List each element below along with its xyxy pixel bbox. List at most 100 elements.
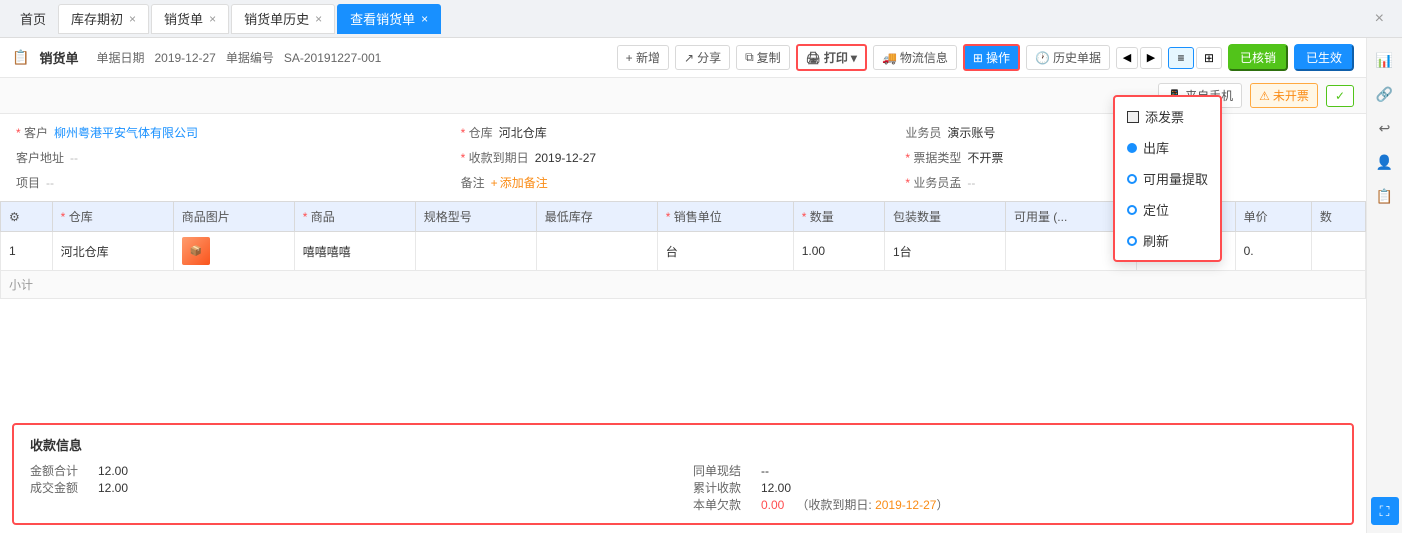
sidebar-chart-icon[interactable]: 📊 xyxy=(1371,46,1399,74)
share-button[interactable]: ↗ 分享 xyxy=(675,45,730,70)
tab-label: 库存期初 xyxy=(71,9,123,28)
cumulative-row: 累计收款 12.00 xyxy=(693,479,1336,496)
row-unit-price: 0. xyxy=(1235,232,1311,271)
menu-outbound[interactable]: 出库 xyxy=(1115,132,1220,163)
row-product: 嘻嘻嘻嘻 xyxy=(294,232,415,271)
row-more xyxy=(1311,232,1365,271)
warehouse-label: 仓库 xyxy=(461,124,493,141)
sidebar-link-icon[interactable]: 🔗 xyxy=(1371,80,1399,108)
doc-date-value: 2019-12-27 xyxy=(154,51,215,65)
print-button[interactable]: 🖨 打印 ▾ xyxy=(796,44,867,71)
grid-icon: ⊞ xyxy=(973,51,983,65)
list-view-button[interactable]: ≡ xyxy=(1168,47,1194,69)
salesperson-value: -- xyxy=(967,176,975,190)
address-value: -- xyxy=(70,151,78,165)
col-spec: 规格型号 xyxy=(415,202,536,232)
menu-locate[interactable]: 定位 xyxy=(1115,194,1220,225)
col-image: 商品图片 xyxy=(173,202,294,232)
tab-close-sales[interactable]: × xyxy=(209,12,216,26)
payment-date-field: 收款到期日 2019-12-27 xyxy=(461,149,906,166)
history-icon: 🕐 xyxy=(1035,51,1050,65)
sidebar-user-icon[interactable]: 👤 xyxy=(1371,148,1399,176)
add-note-button[interactable]: 添加备注 xyxy=(491,174,548,191)
sidebar-expand-icon[interactable]: ⛶ xyxy=(1371,497,1399,525)
dropdown-arrow-icon: ▾ xyxy=(851,51,857,65)
staff-value: 演示账号 xyxy=(947,124,995,141)
tab-sales[interactable]: 销货单 × xyxy=(151,4,229,34)
col-min-stock: 最低库存 xyxy=(536,202,657,232)
logistics-button[interactable]: 🚚 物流信息 xyxy=(873,45,957,70)
col-pack-qty: 包装数量 xyxy=(884,202,1005,232)
staff-label: 业务员 xyxy=(905,124,941,141)
print-icon: 🖨 xyxy=(806,51,821,65)
address-label: 客户地址 xyxy=(16,149,64,166)
history-button[interactable]: 🕐 历史单据 xyxy=(1026,45,1110,70)
doc-icon: 📋 xyxy=(12,49,29,66)
tab-label: 查看销货单 xyxy=(350,9,415,28)
operation-dropdown: 添发票 出库 可用量提取 定位 刷新 xyxy=(1113,95,1222,262)
prev-button[interactable]: ◀ xyxy=(1116,47,1138,69)
doc-date-label: 单据日期 xyxy=(96,49,144,66)
right-sidebar: 📊 🔗 ↩ 👤 📋 ⛶ xyxy=(1366,38,1402,533)
customer-value[interactable]: 柳州粤港平安气体有限公司 xyxy=(54,124,198,141)
payment-date-value: 2019-12-27 xyxy=(535,151,596,165)
current-owe-label: 本单欠款 xyxy=(693,496,753,513)
transaction-label: 成交金额 xyxy=(30,479,90,496)
current-owe-value: 0.00 xyxy=(761,498,784,512)
col-qty: 数量 xyxy=(793,202,884,232)
menu-available-qty[interactable]: 可用量提取 xyxy=(1115,163,1220,194)
transaction-value: 12.00 xyxy=(98,481,128,495)
due-date-info: （收款到期日: 2019-12-27） xyxy=(796,496,948,513)
tab-close-history[interactable]: × xyxy=(315,12,322,26)
menu-add-invoice[interactable]: 添发票 xyxy=(1115,101,1220,132)
cumulative-label: 累计收款 xyxy=(693,479,753,496)
note-field: 备注 添加备注 xyxy=(461,174,906,191)
tab-home[interactable]: 首页 xyxy=(10,9,56,28)
payment-section: 收款信息 金额合计 12.00 成交金额 12.00 同单现结 -- xyxy=(12,423,1354,525)
check-button[interactable]: ✓ xyxy=(1326,85,1354,107)
tab-inventory[interactable]: 库存期初 × xyxy=(58,4,149,34)
tab-close-view-sales[interactable]: × xyxy=(421,12,428,26)
row-pack-qty: 1台 xyxy=(884,232,1005,271)
product-image: 📦 xyxy=(182,237,210,265)
row-image: 📦 xyxy=(173,232,294,271)
tab-sales-history[interactable]: 销货单历史 × xyxy=(231,4,335,34)
doc-number-value: SA-20191227-001 xyxy=(284,51,381,65)
row-warehouse: 河北仓库 xyxy=(52,232,173,271)
tab-view-sales[interactable]: 查看销货单 × xyxy=(337,4,441,34)
same-order-value: -- xyxy=(761,464,769,478)
tab-label: 销货单历史 xyxy=(244,9,309,28)
operation-button[interactable]: ⊞ 操作 xyxy=(963,44,1020,71)
col-settings[interactable]: ⚙ xyxy=(1,202,53,232)
add-button[interactable]: + 新增 xyxy=(617,45,669,70)
window-close-icon[interactable]: × xyxy=(1367,6,1392,32)
total-row: 金额合计 12.00 xyxy=(30,462,673,479)
not-open-button[interactable]: ⚠ 未开票 xyxy=(1250,83,1318,108)
copy-button[interactable]: ⧉ 复制 xyxy=(736,45,790,70)
project-label: 项目 xyxy=(16,174,40,191)
address-field: 客户地址 -- xyxy=(16,149,461,166)
next-button[interactable]: ▶ xyxy=(1140,47,1162,69)
col-unit-price: 单价 xyxy=(1235,202,1311,232)
sidebar-doc-icon[interactable]: 📋 xyxy=(1371,182,1399,210)
note-label: 备注 xyxy=(461,174,485,191)
dot-outline-icon xyxy=(1127,236,1137,246)
truck-icon: 🚚 xyxy=(882,51,897,65)
payment-title: 收款信息 xyxy=(30,435,1336,454)
tab-close-inventory[interactable]: × xyxy=(129,12,136,26)
row-min-stock xyxy=(536,232,657,271)
grid-view-button[interactable]: ⊞ xyxy=(1196,47,1222,69)
total-value: 12.00 xyxy=(98,464,128,478)
menu-refresh[interactable]: 刷新 xyxy=(1115,225,1220,256)
square-icon xyxy=(1127,111,1139,123)
warning-icon: ⚠ xyxy=(1259,89,1270,103)
project-value: -- xyxy=(46,176,54,190)
doc-number-label: 单据编号 xyxy=(226,49,274,66)
sidebar-return-icon[interactable]: ↩ xyxy=(1371,114,1399,142)
row-index: 1 xyxy=(1,232,53,271)
sold-out-button[interactable]: 已核销 xyxy=(1228,44,1288,71)
effective-button[interactable]: 已生效 xyxy=(1294,44,1354,71)
share-icon: ↗ xyxy=(684,51,694,65)
row-unit: 台 xyxy=(657,232,793,271)
cumulative-value: 12.00 xyxy=(761,481,791,495)
